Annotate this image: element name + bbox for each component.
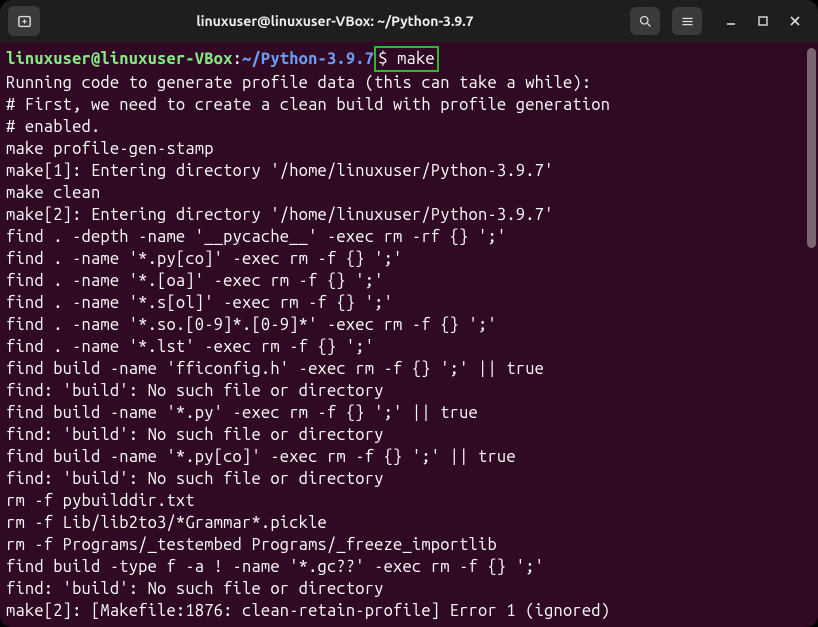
output-line: find: 'build': No such file or directory	[6, 380, 812, 402]
window-title: linuxuser@linuxuser-VBox: ~/Python-3.9.7	[48, 13, 622, 29]
new-tab-button[interactable]	[8, 6, 40, 36]
minimize-button[interactable]	[722, 12, 740, 30]
output-line: find . -name '*.s[ol]' -exec rm -f {} ';…	[6, 292, 812, 314]
prompt-colon: :	[233, 50, 242, 68]
output-line: find . -name '*.py[co]' -exec rm -f {} '…	[6, 248, 812, 270]
menu-button[interactable]	[672, 7, 702, 35]
output-line: make[2]: [Makefile:1876: clean-retain-pr…	[6, 600, 812, 622]
titlebar: linuxuser@linuxuser-VBox: ~/Python-3.9.7	[0, 0, 818, 42]
output-line: rm -f pybuilddir.txt	[6, 490, 812, 512]
prompt-symbol: $	[378, 50, 397, 68]
titlebar-left	[8, 6, 40, 36]
terminal-window: linuxuser@linuxuser-VBox: ~/Python-3.9.7	[0, 0, 818, 627]
search-button[interactable]	[630, 7, 660, 35]
output-line: find build -name '*.py[co]' -exec rm -f …	[6, 446, 812, 468]
terminal-content[interactable]: linuxuser@linuxuser-VBox:~/Python-3.9.7$…	[0, 42, 818, 627]
output-line: find . -name '*.[oa]' -exec rm -f {} ';'	[6, 270, 812, 292]
output-line: make[2]: Entering directory '/home/linux…	[6, 204, 812, 226]
output-line: find build -name '*.py' -exec rm -f {} '…	[6, 402, 812, 424]
close-button[interactable]	[786, 12, 804, 30]
output-line: find: 'build': No such file or directory	[6, 468, 812, 490]
scrollbar-thumb[interactable]	[807, 48, 816, 248]
output-line: make profile-gen-stamp	[6, 138, 812, 160]
output-line: find . -depth -name '__pycache__' -exec …	[6, 226, 812, 248]
output-line: find: 'build': No such file or directory	[6, 424, 812, 446]
prompt-path: ~/Python-3.9.7	[242, 50, 374, 68]
command-highlight: $ make	[374, 46, 439, 72]
output-line: find: 'build': No such file or directory	[6, 578, 812, 600]
output-line: make[1]: Entering directory '/home/linux…	[6, 160, 812, 182]
output-line: find . -name '*.so.[0-9]*.[0-9]*' -exec …	[6, 314, 812, 336]
prompt-userhost: linuxuser@linuxuser-VBox	[6, 50, 233, 68]
output-line: rm -f Lib/lib2to3/*Grammar*.pickle	[6, 512, 812, 534]
output-line: find . -name '*.lst' -exec rm -f {} ';'	[6, 336, 812, 358]
output-line: find build -type f -a ! -name '*.gc??' -…	[6, 556, 812, 578]
output-line: # enabled.	[6, 116, 812, 138]
prompt-line: linuxuser@linuxuser-VBox:~/Python-3.9.7$…	[6, 46, 812, 72]
output-line: make clean	[6, 182, 812, 204]
output-line: Running code to generate profile data (t…	[6, 72, 812, 94]
command-text: make	[397, 50, 435, 68]
maximize-button[interactable]	[754, 12, 772, 30]
window-controls	[722, 12, 804, 30]
output-line: find build -name 'fficonfig.h' -exec rm …	[6, 358, 812, 380]
titlebar-right	[630, 7, 810, 35]
output-line: # First, we need to create a clean build…	[6, 94, 812, 116]
output-line: rm -f Programs/_testembed Programs/_free…	[6, 534, 812, 556]
